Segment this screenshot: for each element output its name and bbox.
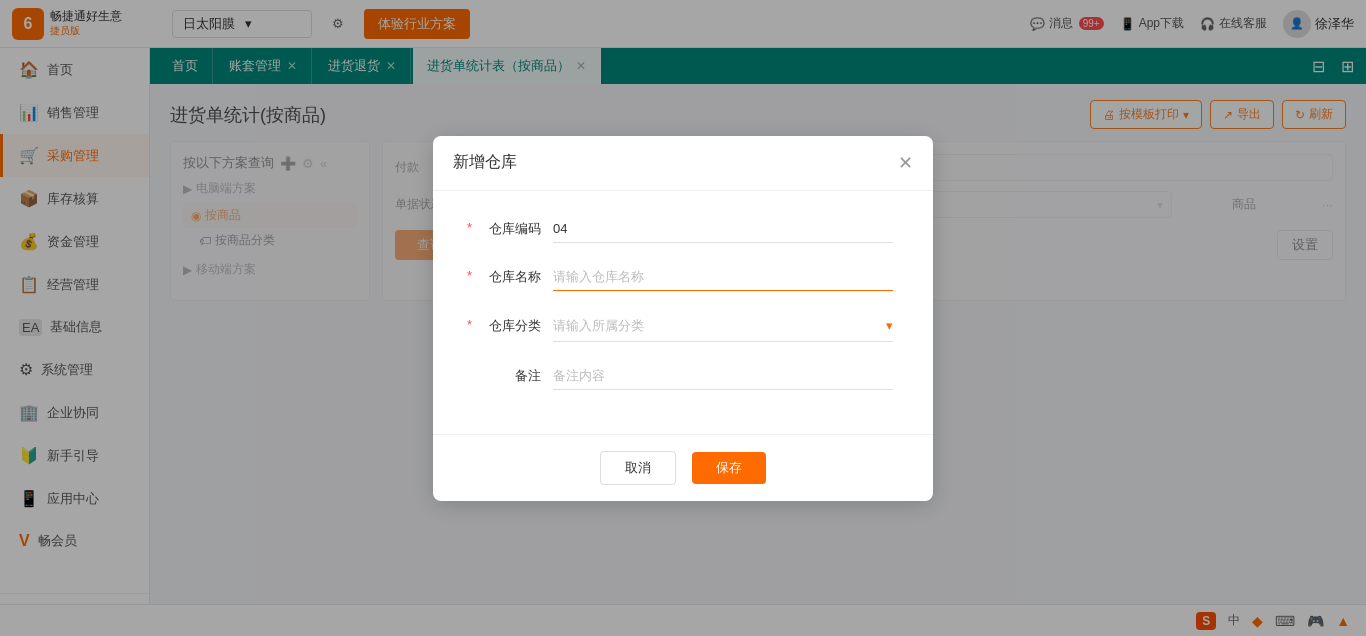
modal-close-btn[interactable]: ✕ bbox=[898, 152, 913, 174]
cancel-btn[interactable]: 取消 bbox=[600, 451, 676, 485]
modal-title: 新增仓库 bbox=[453, 152, 517, 173]
modal-footer: 取消 保存 bbox=[433, 434, 933, 501]
modal-new-warehouse: 新增仓库 ✕ 仓库编码 仓库名称 仓库分类 请输入所属分类 ▾ bbox=[433, 136, 933, 501]
modal-body: 仓库编码 仓库名称 仓库分类 请输入所属分类 ▾ 备注 bbox=[433, 191, 933, 434]
form-row-note: 备注 bbox=[473, 362, 893, 390]
form-row-name: 仓库名称 bbox=[473, 263, 893, 291]
form-row-code: 仓库编码 bbox=[473, 215, 893, 243]
form-row-category: 仓库分类 请输入所属分类 ▾ bbox=[473, 311, 893, 342]
note-input[interactable] bbox=[553, 362, 893, 390]
name-label: 仓库名称 bbox=[473, 268, 553, 286]
name-input[interactable] bbox=[553, 263, 893, 291]
code-label: 仓库编码 bbox=[473, 220, 553, 238]
category-select[interactable]: 请输入所属分类 ▾ bbox=[553, 311, 893, 342]
category-placeholder: 请输入所属分类 bbox=[553, 317, 644, 335]
category-chevron-icon: ▾ bbox=[886, 318, 893, 333]
category-label: 仓库分类 bbox=[473, 317, 553, 335]
note-label: 备注 bbox=[473, 367, 553, 385]
save-btn[interactable]: 保存 bbox=[692, 452, 766, 484]
modal-overlay: 新增仓库 ✕ 仓库编码 仓库名称 仓库分类 请输入所属分类 ▾ bbox=[0, 0, 1366, 636]
modal-header: 新增仓库 ✕ bbox=[433, 136, 933, 191]
code-input[interactable] bbox=[553, 215, 893, 243]
